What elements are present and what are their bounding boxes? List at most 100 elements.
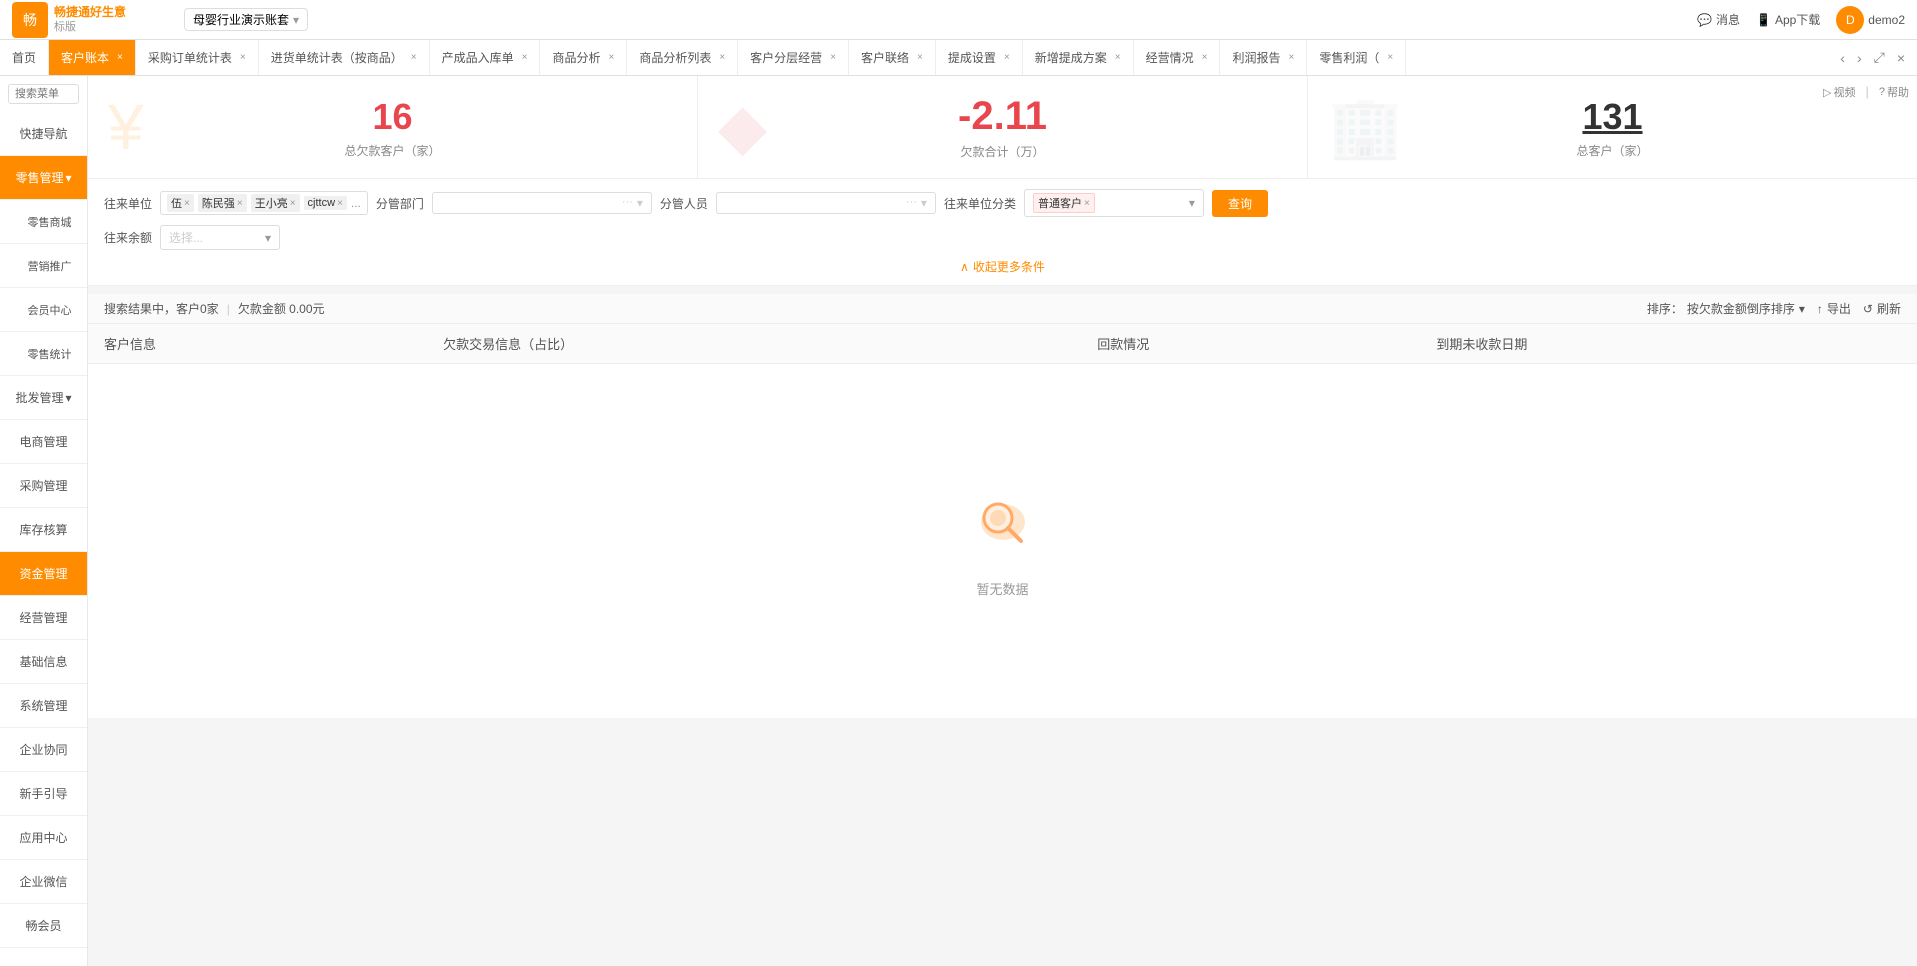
close-icon[interactable]: × bbox=[917, 52, 923, 63]
unit-type-select[interactable]: 普通客户 × ▾ bbox=[1024, 189, 1204, 217]
summary-card-2: ◆ -2.11 欠款合计（万） bbox=[698, 76, 1308, 178]
dept-select[interactable]: ··· ▾ bbox=[432, 192, 652, 214]
sidebar-item-wechat[interactable]: 企业微信 bbox=[0, 860, 87, 904]
tab-operations[interactable]: 经营情况 × bbox=[1134, 40, 1221, 76]
sidebar-item-retail-stats[interactable]: 零售统计 bbox=[0, 332, 87, 376]
main-layout: 快捷导航 零售管理 ▾ 零售商城 营销推广 会员中心 零售统计 批发管理 ▾ 电 bbox=[0, 76, 1917, 966]
results-summary: 搜索结果中，客户0家 bbox=[104, 300, 219, 317]
close-icon[interactable]: × bbox=[1004, 52, 1010, 63]
remove-tag-wu[interactable]: × bbox=[184, 198, 190, 209]
tab-customer-segment[interactable]: 客户分层经营 × bbox=[738, 40, 849, 76]
sidebar-quick-nav-label: 快捷导航 bbox=[19, 125, 67, 142]
refresh-button[interactable]: ↺ 刷新 bbox=[1863, 300, 1901, 317]
sidebar-item-retail[interactable]: 零售管理 ▾ bbox=[0, 156, 87, 200]
app-download-button[interactable]: 📱 App下载 bbox=[1756, 11, 1820, 28]
sidebar-item-operations[interactable]: 经营管理 bbox=[0, 596, 87, 640]
video-button[interactable]: ▷ 视频 bbox=[1823, 84, 1855, 100]
dept-chevron-icon: ▾ bbox=[637, 196, 643, 210]
sidebar-item-enterprise[interactable]: 企业协同 bbox=[0, 728, 87, 772]
col-overdue-info: 欠款交易信息（占比） bbox=[427, 324, 1081, 364]
sort-chevron-icon: ▾ bbox=[1799, 302, 1805, 316]
close-icon[interactable]: × bbox=[1202, 52, 1208, 63]
sidebar-item-marketing[interactable]: 营销推广 bbox=[0, 244, 87, 288]
tab-home[interactable]: 首页 bbox=[0, 40, 49, 76]
more-tags-button[interactable]: ... bbox=[351, 196, 361, 210]
sidebar-item-wholesale[interactable]: 批发管理 ▾ bbox=[0, 376, 87, 420]
logo-text: 畅捷通好生意 标版 bbox=[54, 5, 126, 35]
tab-close-all[interactable]: × bbox=[1893, 50, 1909, 66]
remove-tag-wang[interactable]: × bbox=[290, 198, 296, 209]
person-select[interactable]: ··· ▾ bbox=[716, 192, 936, 214]
tab-promotion-settings[interactable]: 提成设置 × bbox=[936, 40, 1023, 76]
sidebar-item-app-center[interactable]: 应用中心 bbox=[0, 816, 87, 860]
company-select[interactable]: 母婴行业演示账套 ▾ bbox=[184, 8, 308, 31]
collapse-button[interactable]: ∧ 收起更多条件 bbox=[104, 258, 1901, 275]
remove-tag-cj[interactable]: × bbox=[337, 198, 343, 209]
sort-select[interactable]: 排序： 按欠款金额倒序排序 ▾ bbox=[1647, 300, 1805, 317]
sidebar-item-new-guide[interactable]: 新手引导 bbox=[0, 772, 87, 816]
message-button[interactable]: 💬 消息 bbox=[1697, 11, 1740, 28]
tab-product-analysis-list[interactable]: 商品分析列表 × bbox=[627, 40, 738, 76]
filter-row-2: 往来余额 选择... ▾ bbox=[104, 225, 1901, 250]
sidebar-basic-info-label: 基础信息 bbox=[19, 653, 67, 670]
close-icon[interactable]: × bbox=[522, 52, 528, 63]
sidebar-search-area bbox=[0, 76, 87, 112]
tab-customers-label: 客户账本 bbox=[61, 49, 109, 66]
balance-placeholder: 选择... bbox=[169, 229, 203, 246]
query-button[interactable]: 查询 bbox=[1212, 190, 1268, 217]
close-icon[interactable]: × bbox=[117, 52, 123, 63]
table-header-row: 客户信息 欠款交易信息（占比） 回款情况 到期未收款日期 bbox=[88, 324, 1917, 364]
tab-customers[interactable]: 客户账本 × bbox=[49, 40, 136, 76]
close-icon[interactable]: × bbox=[830, 52, 836, 63]
message-icon: 💬 bbox=[1697, 13, 1712, 27]
sidebar-item-inventory[interactable]: 库存核算 bbox=[0, 508, 87, 552]
close-icon[interactable]: × bbox=[1288, 52, 1294, 63]
remove-tag-chen[interactable]: × bbox=[237, 198, 243, 209]
summary-card-3: 🏢 131 总客户（家） ▷ 视频 | ? 帮助 bbox=[1308, 76, 1917, 178]
help-label: 帮助 bbox=[1887, 84, 1909, 100]
unit-type-tag-label: 普通客户 bbox=[1038, 195, 1082, 211]
user-profile[interactable]: D demo2 bbox=[1836, 6, 1905, 34]
close-icon[interactable]: × bbox=[1387, 52, 1393, 63]
tab-new-promotion[interactable]: 新增提成方案 × bbox=[1023, 40, 1134, 76]
tab-scroll-right[interactable]: › bbox=[1853, 50, 1866, 66]
chevron-down-icon: ▾ bbox=[293, 13, 299, 27]
empty-state: 暂无数据 bbox=[108, 424, 1897, 658]
export-button[interactable]: ↑ 导出 bbox=[1817, 300, 1851, 317]
balance-select[interactable]: 选择... ▾ bbox=[160, 225, 280, 250]
sidebar-item-purchase[interactable]: 采购管理 bbox=[0, 464, 87, 508]
person-clear-icon[interactable]: ··· bbox=[906, 196, 917, 210]
tab-expand[interactable]: ⤢ bbox=[1870, 49, 1889, 66]
header-right: 💬 消息 📱 App下载 D demo2 bbox=[1697, 6, 1905, 34]
sidebar-item-vip[interactable]: 畅会员 bbox=[0, 904, 87, 948]
tab-purchase-stats[interactable]: 进货单统计表（按商品） × bbox=[259, 40, 430, 76]
close-icon[interactable]: × bbox=[411, 52, 417, 63]
sidebar-wholesale-label: 批发管理 bbox=[15, 389, 63, 406]
remove-unit-type-tag[interactable]: × bbox=[1084, 198, 1090, 209]
sidebar-item-ecommerce[interactable]: 电商管理 bbox=[0, 420, 87, 464]
filter-area: 往来单位 伍 × 陈民强 × 王小亮 × cjttcw bbox=[88, 179, 1917, 286]
tab-scroll-left[interactable]: ‹ bbox=[1836, 50, 1849, 66]
tab-product-analysis[interactable]: 商品分析 × bbox=[540, 40, 627, 76]
search-input[interactable] bbox=[8, 84, 79, 104]
sidebar-item-quick-nav[interactable]: 快捷导航 bbox=[0, 112, 87, 156]
close-icon[interactable]: × bbox=[240, 52, 246, 63]
unit-filter-tags: 伍 × 陈民强 × 王小亮 × cjttcw × ... bbox=[160, 191, 368, 215]
content: ¥ 16 总欠款客户（家） ◆ -2.11 欠款合计（万） 🏢 131 总客户（… bbox=[88, 76, 1917, 966]
dept-clear-icon[interactable]: ··· bbox=[622, 196, 633, 210]
close-icon[interactable]: × bbox=[608, 52, 614, 63]
tab-profit-report[interactable]: 利润报告 × bbox=[1220, 40, 1307, 76]
tab-retail-profit[interactable]: 零售利润（ × bbox=[1307, 40, 1406, 76]
yuan-bg-icon: ¥ bbox=[108, 90, 144, 164]
help-button[interactable]: ? 帮助 bbox=[1879, 84, 1909, 100]
close-icon[interactable]: × bbox=[1115, 52, 1121, 63]
sidebar-item-finance[interactable]: 资金管理 bbox=[0, 552, 87, 596]
close-icon[interactable]: × bbox=[719, 52, 725, 63]
sidebar-item-basic-info[interactable]: 基础信息 bbox=[0, 640, 87, 684]
sidebar-item-system[interactable]: 系统管理 bbox=[0, 684, 87, 728]
tab-purchase-orders[interactable]: 采购订单统计表 × bbox=[136, 40, 259, 76]
tab-customer-contact[interactable]: 客户联络 × bbox=[849, 40, 936, 76]
sidebar-item-member[interactable]: 会员中心 bbox=[0, 288, 87, 332]
sidebar-item-retail-mall[interactable]: 零售商城 bbox=[0, 200, 87, 244]
tab-product-purchase[interactable]: 产成品入库单 × bbox=[430, 40, 541, 76]
